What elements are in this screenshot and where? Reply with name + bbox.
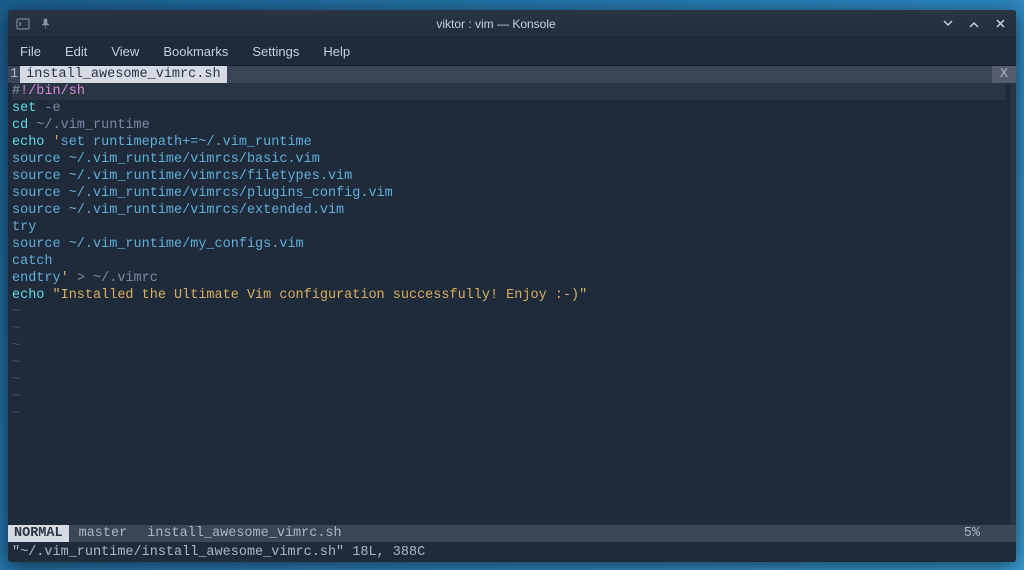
- code-line: source ~/.vim_runtime/vimrcs/filetypes.v…: [12, 168, 1006, 185]
- file-info: "~/.vim_runtime/install_awesome_vimrc.sh…: [12, 544, 425, 561]
- menu-file[interactable]: File: [20, 44, 41, 59]
- empty-line: ~: [12, 304, 1006, 321]
- titlebar-left: [16, 17, 52, 31]
- empty-line: ~: [12, 389, 1006, 406]
- code-line: #!/bin/sh: [12, 83, 1006, 100]
- code-line: source ~/.vim_runtime/my_configs.vim: [12, 236, 1006, 253]
- window-title: viktor : vim — Konsole: [52, 17, 940, 31]
- code-line: catch: [12, 253, 1006, 270]
- code-line: source ~/.vim_runtime/vimrcs/extended.vi…: [12, 202, 1006, 219]
- menubar: File Edit View Bookmarks Settings Help: [8, 38, 1016, 66]
- code-line: source ~/.vim_runtime/vimrcs/plugins_con…: [12, 185, 1006, 202]
- tab-number[interactable]: 1: [8, 66, 20, 83]
- empty-line: ~: [12, 338, 1006, 355]
- menu-help[interactable]: Help: [323, 44, 350, 59]
- code-line: cd ~/.vim_runtime: [12, 117, 1006, 134]
- tab-filename[interactable]: install_awesome_vimrc.sh: [20, 66, 226, 83]
- empty-line: ~: [12, 321, 1006, 338]
- git-branch: master: [69, 525, 138, 542]
- empty-line: ~: [12, 372, 1006, 389]
- status-filename: install_awesome_vimrc.sh: [137, 525, 351, 542]
- code-line: endtry' > ~/.vimrc: [12, 270, 1006, 287]
- scroll-percent: 5%: [958, 525, 986, 542]
- code-line: echo 'set runtimepath+=~/.vim_runtime: [12, 134, 1006, 151]
- close-button[interactable]: [992, 16, 1008, 32]
- menu-view[interactable]: View: [111, 44, 139, 59]
- menu-edit[interactable]: Edit: [65, 44, 87, 59]
- minimize-button[interactable]: [940, 16, 956, 32]
- maximize-button[interactable]: [966, 16, 982, 32]
- titlebar[interactable]: viktor : vim — Konsole: [8, 10, 1016, 38]
- menu-bookmarks[interactable]: Bookmarks: [163, 44, 228, 59]
- vim-statusline: NORMAL master install_awesome_vimrc.sh 5…: [8, 525, 1016, 542]
- window-controls: [940, 16, 1008, 32]
- menu-settings[interactable]: Settings: [252, 44, 299, 59]
- code-line: set -e: [12, 100, 1006, 117]
- vim-mode: NORMAL: [8, 525, 69, 542]
- tab-close[interactable]: X: [992, 66, 1016, 83]
- code-line: source ~/.vim_runtime/vimrcs/basic.vim: [12, 151, 1006, 168]
- konsole-window: viktor : vim — Konsole File Edit View Bo…: [8, 10, 1016, 562]
- code-buffer[interactable]: #!/bin/sh set -e cd ~/.vim_runtime echo …: [8, 83, 1016, 525]
- empty-line: ~: [12, 355, 1006, 372]
- pin-icon[interactable]: [38, 17, 52, 31]
- vim-tabline: 1 install_awesome_vimrc.sh X: [8, 66, 1016, 83]
- terminal-icon: [16, 17, 30, 31]
- code-line: echo "Installed the Ultimate Vim configu…: [12, 287, 1006, 304]
- editor-area[interactable]: 1 install_awesome_vimrc.sh X #!/bin/sh s…: [8, 66, 1016, 562]
- code-line: try: [12, 219, 1006, 236]
- vim-cmdline[interactable]: "~/.vim_runtime/install_awesome_vimrc.sh…: [8, 542, 1016, 562]
- empty-line: ~: [12, 406, 1006, 423]
